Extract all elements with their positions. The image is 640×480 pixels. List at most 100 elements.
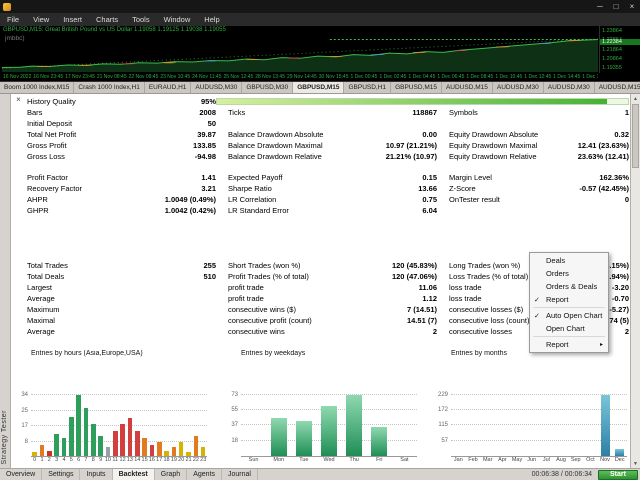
time-axis-label: 30 Nov 15:45	[318, 74, 349, 80]
hist-bar	[270, 418, 287, 456]
hist-bar	[113, 430, 118, 456]
report-value: 12.41 (23.63%)	[577, 141, 629, 150]
hist-xtick-label: 15	[141, 457, 148, 463]
chart-tab[interactable]: AUDUSD,M30	[544, 82, 595, 93]
report-label: Z-Score	[449, 184, 476, 193]
hist-xtick-label: Wed	[323, 457, 335, 463]
hist-xtick-label: 9	[99, 457, 103, 463]
chart-tab[interactable]: AUDUSD,M15	[442, 82, 493, 93]
hist-xtick-label: 10	[104, 457, 111, 463]
menu-item-insert[interactable]: Insert	[56, 13, 89, 26]
price-axis-label: 1.23864	[602, 28, 622, 34]
bottom-tab-settings[interactable]: Settings	[42, 469, 81, 480]
context-menu-item-report[interactable]: ✓ Report	[531, 293, 607, 306]
bottom-tab-bar: Overview Settings Inputs Backtest Graph Agent…	[0, 469, 258, 480]
hist-bar	[178, 441, 184, 456]
scrollbar-down-arrow[interactable]: ▼	[633, 459, 638, 468]
menu-item-charts[interactable]: Charts	[89, 13, 125, 26]
hist-xtick-label: 0	[33, 457, 37, 463]
window-close-button[interactable]: ×	[624, 0, 640, 13]
submenu-arrow-icon: ▸	[599, 342, 603, 348]
chart-tab[interactable]: GBPUSD,M30	[242, 82, 294, 93]
trade-marker	[537, 43, 552, 44]
report-row: Bars 2008 Ticks 118867 Symbols 1	[13, 107, 629, 118]
context-menu-item-auto-open-chart[interactable]: ✓ Auto Open Chart	[531, 309, 607, 322]
report-value: 7 (14.51)	[406, 305, 437, 314]
chart-tab[interactable]: AUDUSD,M30	[493, 82, 544, 93]
report-label: History Quality	[27, 97, 76, 106]
context-menu-item-label: Report	[546, 340, 569, 349]
chart-tab[interactable]: Crash 1000 Index,H1	[74, 82, 145, 93]
chart-tab-bar: Boom 1000 Index,M15 Crash 1000 Index,H1 EU…	[0, 82, 640, 94]
menu-item-window[interactable]: Window	[157, 13, 198, 26]
context-menu-item-orders[interactable]: Orders	[531, 267, 607, 280]
report-value: 1	[624, 108, 629, 117]
context-menu-item-open-chart[interactable]: Open Chart	[531, 322, 607, 335]
hist-ytick-label: 34	[21, 392, 28, 398]
hist-bar	[61, 438, 67, 456]
bottom-tab-graph[interactable]: Graph	[155, 469, 188, 480]
chart-tab[interactable]: EURAUD,H1	[145, 82, 192, 93]
report-label: Equity Drawdown Maximal	[449, 141, 538, 150]
histogram-months: Entries by months 57 115 172 229 Jan Feb Mar Apr…	[433, 350, 627, 465]
scrollbar-thumb[interactable]	[632, 104, 639, 168]
hist-ytick-label: 115	[438, 422, 448, 429]
bottom-tab-journal[interactable]: Journal	[222, 469, 258, 480]
menu-item-tools[interactable]: Tools	[125, 13, 157, 26]
hist-bar	[321, 405, 337, 456]
window-maximize-button[interactable]: □	[608, 0, 624, 13]
context-menu-item-label: Report	[546, 295, 569, 304]
bottom-tab-agents[interactable]: Agents	[187, 469, 223, 480]
chart-tab[interactable]: AUDUSD,M30	[191, 82, 243, 93]
bottom-tab-overview[interactable]: Overview	[0, 469, 43, 480]
price-chart-panel: GBPUSD,M15: Great British Pound vs US Do…	[0, 26, 640, 82]
report-scrollbar[interactable]: ▲ ▼	[630, 94, 640, 468]
context-menu-item-orders-deals[interactable]: Orders & Deals	[531, 280, 607, 293]
report-value: 510	[203, 272, 216, 281]
chart-price-axis: 1.238641.228641.218641.208641.19355	[599, 26, 640, 73]
report-value: 0.32	[614, 130, 629, 139]
time-axis-label: 1 Dec 02:45	[379, 74, 407, 80]
context-menu-separator	[533, 307, 605, 308]
report-value: 0.75	[422, 195, 437, 204]
strategy-tester-vertical-tab[interactable]: Strategy Tester	[1, 410, 8, 464]
context-menu-item-report[interactable]: Report ▸	[531, 338, 607, 351]
chart-tab[interactable]: GBPUSD,H1	[344, 82, 392, 93]
hist-xtick-label: 1	[40, 457, 44, 463]
context-menu-item-deals[interactable]: Deals	[531, 254, 607, 267]
hist-bar	[193, 436, 199, 456]
start-button[interactable]: Start	[598, 469, 638, 480]
time-axis-label: 16 Nov 23:45	[33, 74, 64, 80]
hist-xtick-label: Apr	[498, 457, 507, 463]
hist-xtick-label: Nov	[600, 457, 610, 463]
hist-xtick-label: 12	[119, 457, 126, 463]
report-label: Total Trades	[27, 261, 68, 270]
chart-tab[interactable]: GBPUSD,M15	[293, 82, 345, 93]
hist-ytick-label: 18	[231, 437, 238, 444]
menu-item-help[interactable]: Help	[197, 13, 226, 26]
report-value: 0.00	[422, 130, 437, 139]
bottom-tab-inputs[interactable]: Inputs	[80, 469, 113, 480]
chart-tab[interactable]: Boom 1000 Index,M15	[0, 82, 75, 93]
report-row: Total Net Profit 39.87 Balance Drawdown Ab…	[13, 129, 629, 140]
chart-tab[interactable]: AUDUSD,M15	[595, 82, 640, 93]
report-value: 1.0042 (0.42%)	[164, 206, 216, 215]
chart-tab[interactable]: GBPUSD,M15	[391, 82, 442, 93]
menu-item-file[interactable]: File	[0, 13, 26, 26]
hist-xtick-label: Oct	[586, 457, 595, 463]
bottom-tab-backtest[interactable]: Backtest	[112, 469, 155, 480]
report-value: 255	[203, 261, 216, 270]
window-minimize-button[interactable]: ─	[592, 0, 608, 13]
report-label: Equity Drawdown Relative	[449, 152, 537, 161]
report-label: Expected Payoff	[228, 173, 283, 182]
hist-xtick-label: 17	[156, 457, 163, 463]
histogram-weekdays: Entries by weekdays 18 37 55 73 Sun Mon Tue Wed T…	[223, 350, 417, 465]
scrollbar-up-arrow[interactable]: ▲	[633, 94, 638, 103]
hist-xtick-label: 20	[178, 457, 185, 463]
hist-title: Entries by weekdays	[241, 350, 306, 357]
menu-item-view[interactable]: View	[26, 13, 56, 26]
report-value: 0	[624, 195, 629, 204]
hist-bar	[127, 418, 133, 456]
report-label: Profit Trades (% of total)	[228, 272, 309, 281]
hist-xtick-label: Sun	[248, 457, 259, 463]
